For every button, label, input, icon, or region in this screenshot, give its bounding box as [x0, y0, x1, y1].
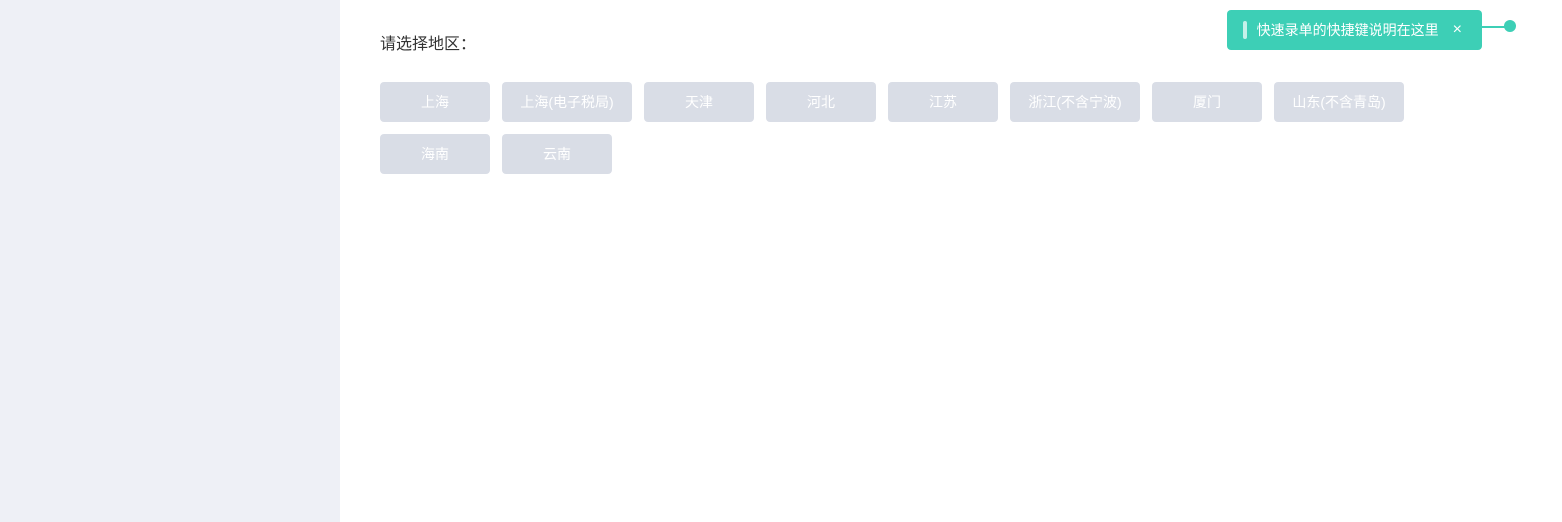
- tooltip-close-button[interactable]: ×: [1449, 22, 1466, 38]
- region-button-7[interactable]: 山东(不含青岛): [1274, 82, 1404, 122]
- tooltip-line: [1475, 26, 1505, 28]
- tooltip-text: 快速录单的快捷键说明在这里: [1257, 20, 1439, 40]
- tooltip-dot: [1504, 20, 1516, 32]
- region-button-3[interactable]: 河北: [766, 82, 876, 122]
- region-button-8[interactable]: 海南: [380, 134, 490, 174]
- region-button-5[interactable]: 浙江(不含宁波): [1010, 82, 1140, 122]
- region-button-9[interactable]: 云南: [502, 134, 612, 174]
- main-content: 请选择地区： 上海上海(电子税局)天津河北江苏浙江(不含宁波)厦门山东(不含青岛…: [340, 0, 1562, 522]
- region-button-2[interactable]: 天津: [644, 82, 754, 122]
- region-grid: 上海上海(电子税局) 天津河北江苏浙江(不含宁波) 厦门山东(不含青岛) 海南云南: [380, 82, 1522, 174]
- region-button-0[interactable]: 上海: [380, 82, 490, 122]
- tooltip-banner: 快速录单的快捷键说明在这里 ×: [1227, 10, 1482, 50]
- region-button-6[interactable]: 厦门: [1152, 82, 1262, 122]
- region-button-1[interactable]: 上海(电子税局): [502, 82, 632, 122]
- left-panel: [0, 0, 340, 522]
- tooltip-bar-decoration: [1243, 21, 1247, 39]
- region-button-4[interactable]: 江苏: [888, 82, 998, 122]
